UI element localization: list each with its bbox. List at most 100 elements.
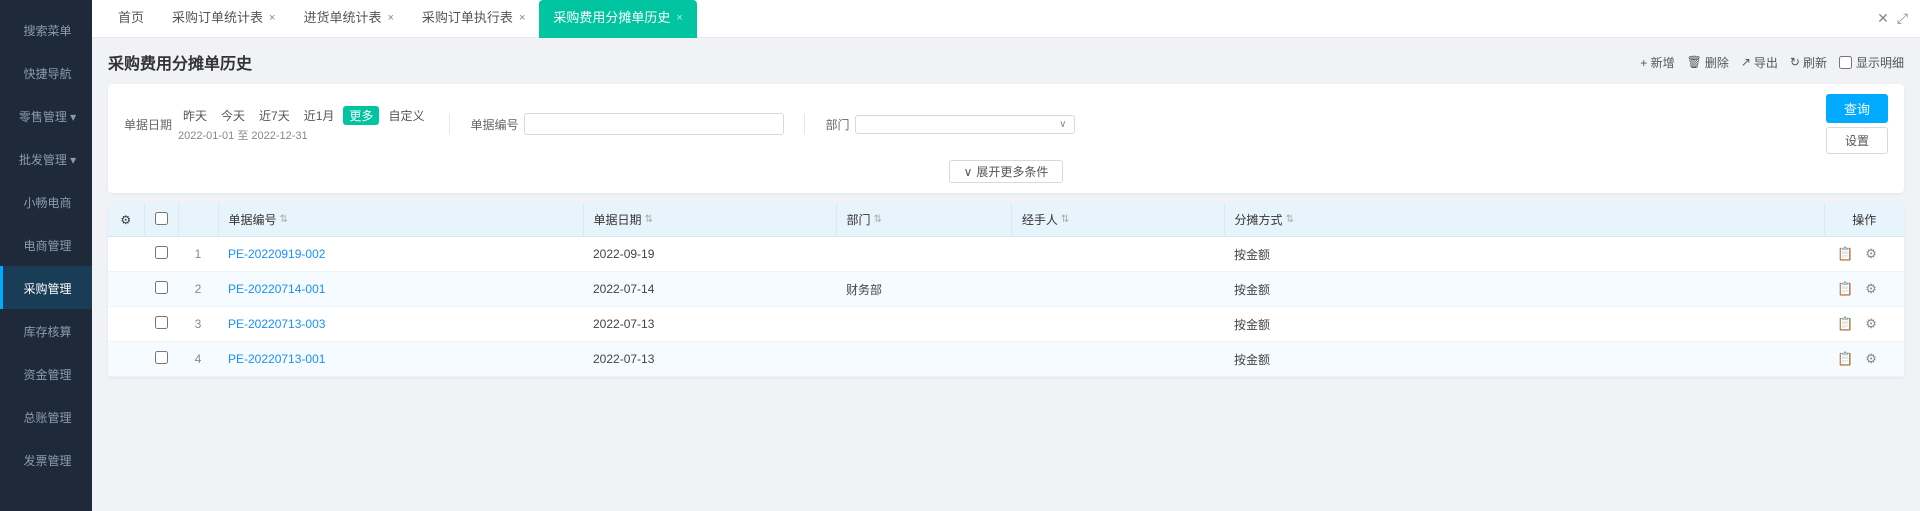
row-checkbox-1[interactable] [155, 281, 168, 294]
docno-label: 单据编号 [470, 116, 518, 133]
add-button[interactable]: + 新增 [1640, 54, 1674, 71]
th-seq [178, 203, 218, 237]
sidebar-item-retail[interactable]: 零售管理 ▾ [0, 94, 92, 137]
export-button[interactable]: ↗ 导出 [1741, 54, 1778, 71]
row-more-icon-3[interactable]: ⚙ [1862, 349, 1880, 369]
row-checkbox-3[interactable] [155, 351, 168, 364]
dept-select[interactable]: ∨ [855, 115, 1075, 134]
tab-label-purchase-order-exec: 采购订单执行表 [422, 0, 513, 37]
th-splitmethod-label: 分摊方式 [1235, 211, 1283, 228]
tab-bar: 首页采购订单统计表×进货单统计表×采购订单执行表×采购费用分摊单历史×✕⤢ [92, 0, 1920, 38]
show-cols-checkbox[interactable] [1839, 56, 1852, 69]
sidebar-item-wholesale[interactable]: 批发管理 ▾ [0, 137, 92, 180]
refresh-button[interactable]: ↻ 刷新 [1790, 54, 1827, 71]
sidebar-item-ledger[interactable]: 总账管理 [0, 395, 92, 438]
sidebar-item-quick-nav[interactable]: 快捷导航 [0, 51, 92, 94]
tab-close-purchase-cost-history[interactable]: × [676, 0, 682, 37]
expand-window-icon[interactable]: ⤢ [1897, 10, 1908, 27]
shortcut-7days[interactable]: 近7天 [254, 106, 295, 125]
row-edit-icon-1[interactable]: 📋 [1834, 279, 1856, 299]
docdate-sort-icon: ⇅ [645, 214, 653, 225]
docno-link-1[interactable]: PE-20220714-001 [228, 282, 325, 296]
shortcut-custom[interactable]: 自定义 [383, 106, 429, 125]
docno-link-2[interactable]: PE-20220713-003 [228, 317, 325, 331]
sidebar-item-purchase[interactable]: 采购管理 [0, 266, 92, 309]
docno-link-3[interactable]: PE-20220713-001 [228, 352, 325, 366]
row-edit-icon-0[interactable]: 📋 [1834, 244, 1856, 264]
th-gear: ⚙ [108, 203, 144, 237]
th-docno[interactable]: 单据编号 ⇅ [218, 203, 583, 237]
tab-close-goods-in-stats[interactable]: × [387, 0, 393, 37]
td-dept-1: 财务部 [836, 272, 1011, 307]
row-more-icon-1[interactable]: ⚙ [1862, 279, 1880, 299]
shortcut-more[interactable]: 更多 [343, 106, 379, 125]
docno-filter: 单据编号 [470, 113, 784, 135]
td-seq-2: 3 [178, 307, 218, 342]
query-button[interactable]: 查询 [1826, 94, 1888, 123]
tab-label-home: 首页 [118, 0, 144, 37]
query-settings: 查询 设置 [1826, 94, 1888, 154]
tab-close-purchase-order-exec[interactable]: × [519, 0, 525, 37]
row-more-icon-0[interactable]: ⚙ [1862, 244, 1880, 264]
td-docno-3: PE-20220713-001 [218, 342, 583, 377]
sidebar-item-mini-ecom[interactable]: 小畅电商 [0, 180, 92, 223]
tab-purchase-order-stats[interactable]: 采购订单统计表× [158, 0, 289, 38]
filter-divider-1 [449, 114, 450, 134]
dept-sort-icon: ⇅ [874, 214, 882, 225]
docno-input[interactable] [524, 113, 784, 135]
docno-link-0[interactable]: PE-20220919-002 [228, 247, 325, 261]
td-actions-1: 📋 ⚙ [1824, 272, 1904, 307]
tab-purchase-order-exec[interactable]: 采购订单执行表× [408, 0, 539, 38]
row-edit-icon-2[interactable]: 📋 [1834, 314, 1856, 334]
tab-purchase-cost-history[interactable]: 采购费用分摊单历史× [539, 0, 696, 38]
sidebar-item-ecom[interactable]: 电商管理 [0, 223, 92, 266]
delete-button[interactable]: 🗑 删除 [1687, 54, 1729, 71]
row-more-icon-2[interactable]: ⚙ [1862, 314, 1880, 334]
export-label: 导出 [1754, 54, 1778, 71]
refresh-label: 刷新 [1803, 54, 1827, 71]
td-seq-0: 1 [178, 237, 218, 272]
row-checkbox-0[interactable] [155, 246, 168, 259]
dept-filter: 部门 ∨ [825, 115, 1075, 134]
td-dept-3 [836, 342, 1011, 377]
th-actions: 操作 [1824, 203, 1904, 237]
shortcut-today[interactable]: 今天 [216, 106, 250, 125]
sidebar-item-finance[interactable]: 资金管理 [0, 352, 92, 395]
sidebar-item-inventory[interactable]: 库存核算 [0, 309, 92, 352]
show-cols-checkbox-area: 显示明细 [1839, 54, 1904, 71]
tab-goods-in-stats[interactable]: 进货单统计表× [289, 0, 407, 38]
sidebar: 搜索菜单快捷导航零售管理 ▾批发管理 ▾小畅电商电商管理采购管理库存核算资金管理… [0, 0, 92, 511]
sidebar-item-invoice[interactable]: 发票管理 [0, 438, 92, 481]
td-splitmethod-0: 按金额 [1224, 237, 1824, 272]
th-splitmethod[interactable]: 分摊方式 ⇅ [1224, 203, 1824, 237]
th-handler[interactable]: 经手人 ⇅ [1011, 203, 1224, 237]
th-docno-label: 单据编号 [229, 211, 277, 228]
td-docno-1: PE-20220714-001 [218, 272, 583, 307]
table-row: 3 PE-20220713-003 2022-07-13 按金额 📋 ⚙ [108, 307, 1904, 342]
close-window-icon[interactable]: ✕ [1877, 10, 1889, 27]
tab-close-purchase-order-stats[interactable]: × [269, 0, 275, 37]
th-docdate[interactable]: 单据日期 ⇅ [583, 203, 836, 237]
th-dept[interactable]: 部门 ⇅ [836, 203, 1011, 237]
settings-button[interactable]: 设置 [1826, 127, 1888, 154]
tab-home[interactable]: 首页 [104, 0, 158, 38]
table-header-row: ⚙ 单据编号 ⇅ [108, 203, 1904, 237]
row-checkbox-2[interactable] [155, 316, 168, 329]
expand-label: 展开更多条件 [976, 163, 1048, 180]
delete-icon: 🗑 [1687, 55, 1702, 69]
expand-more-button[interactable]: ∨ 展开更多条件 [949, 160, 1064, 183]
th-handler-label: 经手人 [1022, 211, 1058, 228]
shortcut-1month[interactable]: 近1月 [299, 106, 340, 125]
sidebar-item-search[interactable]: 搜索菜单 [0, 8, 92, 51]
td-docdate-1: 2022-07-14 [583, 272, 836, 307]
row-edit-icon-3[interactable]: 📋 [1834, 349, 1856, 369]
handler-sort-icon: ⇅ [1061, 214, 1069, 225]
date-filter-label: 单据日期 [124, 116, 172, 133]
sidebar-item-label-quick-nav: 快捷导航 [7, 65, 88, 82]
select-all-checkbox[interactable] [155, 212, 168, 225]
td-dept-2 [836, 307, 1011, 342]
shortcut-yesterday[interactable]: 昨天 [178, 106, 212, 125]
td-actions-3: 📋 ⚙ [1824, 342, 1904, 377]
td-check-0 [144, 237, 178, 272]
gear-icon[interactable]: ⚙ [120, 213, 131, 227]
